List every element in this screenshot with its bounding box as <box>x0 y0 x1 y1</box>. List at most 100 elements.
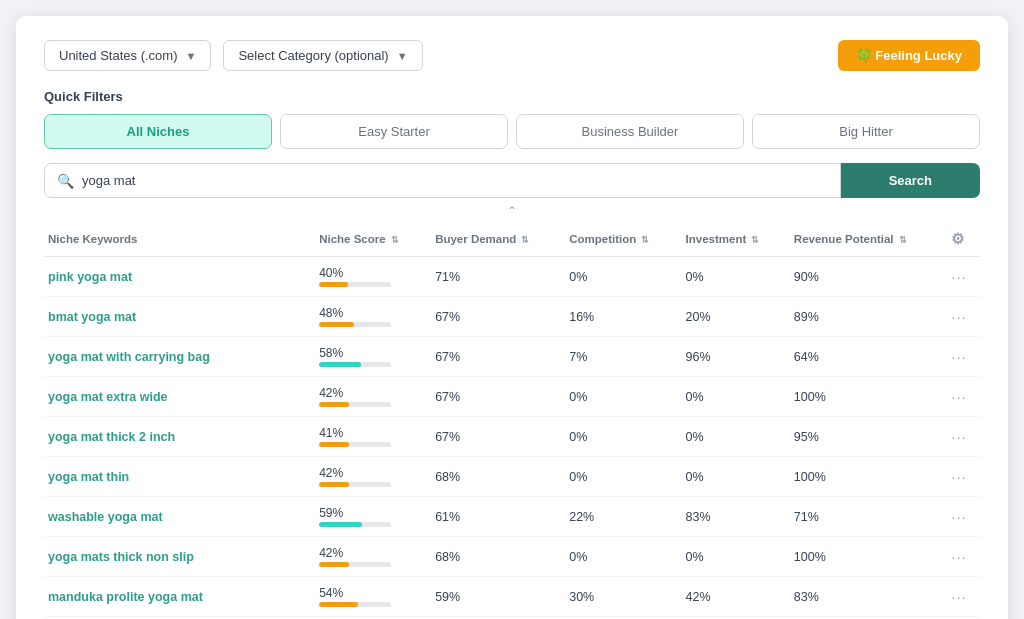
row-actions-button[interactable]: ··· <box>951 428 967 445</box>
gear-icon[interactable]: ⚙ <box>951 230 964 247</box>
niche-score-value: 40% <box>319 266 343 280</box>
feeling-lucky-button[interactable]: 🍀 Feeling Lucky <box>838 40 980 71</box>
keyword-link[interactable]: manduka prolite yoga mat <box>48 590 203 604</box>
investment-cell: 0% <box>680 257 788 297</box>
category-chevron-icon: ▼ <box>397 50 408 62</box>
investment-cell: 0% <box>680 457 788 497</box>
filter-tab-business-builder[interactable]: Business Builder <box>516 114 744 149</box>
revenue-cell: 89% <box>788 297 945 337</box>
col-config: ⚙ <box>945 222 980 257</box>
category-dropdown[interactable]: Select Category (optional) ▼ <box>223 40 422 71</box>
niche-score-cell: 42% <box>313 537 429 577</box>
keyword-link[interactable]: yoga mat extra wide <box>48 390 168 404</box>
niche-score-cell: 42% <box>313 457 429 497</box>
investment-cell: 20% <box>680 297 788 337</box>
niche-score-bar-fill <box>319 402 349 407</box>
row-actions-button[interactable]: ··· <box>951 268 967 285</box>
keyword-link[interactable]: washable yoga mat <box>48 510 163 524</box>
col-competition: Competition ⇅ <box>563 222 679 257</box>
row-actions-button[interactable]: ··· <box>951 388 967 405</box>
revenue-cell: 100% <box>788 537 945 577</box>
niche-score-bar <box>319 562 391 567</box>
row-actions-button[interactable]: ··· <box>951 308 967 325</box>
quick-filters-label: Quick Filters <box>44 89 980 104</box>
niche-score-value: 59% <box>319 506 343 520</box>
keyword-cell: yoga mat thin <box>44 457 313 497</box>
buyer-demand-cell: 67% <box>429 297 563 337</box>
keyword-link[interactable]: pink yoga mat <box>48 270 132 284</box>
sort-revenue-icon[interactable]: ⇅ <box>899 235 907 245</box>
niche-score-bar-fill <box>319 282 348 287</box>
revenue-cell: 83% <box>788 577 945 617</box>
col-buyer-demand: Buyer Demand ⇅ <box>429 222 563 257</box>
keyword-link[interactable]: bmat yoga mat <box>48 310 136 324</box>
niche-score-bar-fill <box>319 522 361 527</box>
competition-cell: 16% <box>563 297 679 337</box>
row-actions-button[interactable]: ··· <box>951 348 967 365</box>
row-actions-button[interactable]: ··· <box>951 588 967 605</box>
investment-cell: 0% <box>680 537 788 577</box>
keyword-cell: washable yoga mat <box>44 497 313 537</box>
niche-score-bar <box>319 282 391 287</box>
keyword-cell: yoga mat with carrying bag <box>44 337 313 377</box>
keyword-link[interactable]: yoga mat thick 2 inch <box>48 430 175 444</box>
search-input[interactable] <box>82 164 828 197</box>
table-row: yoga mat with carrying bag58%67%7%96%64%… <box>44 337 980 377</box>
collapse-icon[interactable]: ⌃ <box>44 204 980 218</box>
niche-score-bar <box>319 442 391 447</box>
keyword-cell: yoga mat extra wide <box>44 377 313 417</box>
region-dropdown[interactable]: United States (.com) ▼ <box>44 40 211 71</box>
niche-score-bar-fill <box>319 482 349 487</box>
table-row: bmat yoga mat 48% 67%16%20%89% ··· <box>44 297 980 337</box>
niche-score-value: 48% <box>319 306 343 320</box>
search-button[interactable]: Search <box>841 163 980 198</box>
competition-cell: 0% <box>563 377 679 417</box>
niche-score-value: 58% <box>319 346 343 360</box>
competition-cell: 30% <box>563 577 679 617</box>
sort-niche-score-icon[interactable]: ⇅ <box>391 235 399 245</box>
sort-buyer-demand-icon[interactable]: ⇅ <box>521 235 529 245</box>
row-actions-button[interactable]: ··· <box>951 508 967 525</box>
revenue-cell: 100% <box>788 457 945 497</box>
revenue-cell: 95% <box>788 417 945 457</box>
niche-score-bar <box>319 362 391 367</box>
filter-tab-big-hitter[interactable]: Big Hitter <box>752 114 980 149</box>
sort-investment-icon[interactable]: ⇅ <box>751 235 759 245</box>
row-actions-cell: ··· <box>945 577 980 617</box>
competition-cell: 0% <box>563 417 679 457</box>
row-actions-cell: ··· <box>945 537 980 577</box>
row-actions-button[interactable]: ··· <box>951 468 967 485</box>
row-actions-cell: ··· <box>945 457 980 497</box>
niche-score-bar <box>319 482 391 487</box>
row-actions-button[interactable]: ··· <box>951 548 967 565</box>
competition-cell: 0% <box>563 457 679 497</box>
keyword-link[interactable]: yoga mat thin <box>48 470 129 484</box>
keyword-link[interactable]: yoga mat with carrying bag <box>48 350 210 364</box>
main-container: United States (.com) ▼ Select Category (… <box>16 16 1008 619</box>
competition-cell: 22% <box>563 497 679 537</box>
revenue-cell: 90% <box>788 257 945 297</box>
row-actions-cell: ··· <box>945 497 980 537</box>
niche-score-bar-fill <box>319 562 349 567</box>
col-revenue: Revenue Potential ⇅ <box>788 222 945 257</box>
search-input-wrap: 🔍 <box>44 163 841 198</box>
header-left: United States (.com) ▼ Select Category (… <box>44 40 423 71</box>
filter-tab-all-niches[interactable]: All Niches <box>44 114 272 149</box>
niche-score-cell: 42% <box>313 377 429 417</box>
table-row: yoga mat extra wide42%67%0%0%100%··· <box>44 377 980 417</box>
search-icon: 🔍 <box>57 173 74 189</box>
filter-tab-easy-starter[interactable]: Easy Starter <box>280 114 508 149</box>
buyer-demand-cell: 68% <box>429 537 563 577</box>
competition-cell: 0% <box>563 257 679 297</box>
niche-score-bar-fill <box>319 442 349 447</box>
niche-score-value: 42% <box>319 546 343 560</box>
sort-competition-icon[interactable]: ⇅ <box>641 235 649 245</box>
keyword-link[interactable]: yoga mats thick non slip <box>48 550 194 564</box>
col-keyword: Niche Keywords <box>44 222 313 257</box>
niche-score-cell: 59% <box>313 497 429 537</box>
investment-cell: 96% <box>680 337 788 377</box>
niche-score-cell: 41% <box>313 417 429 457</box>
category-label: Select Category (optional) <box>238 48 388 63</box>
table-row: pink yoga mat40%71%0%0%90%··· <box>44 257 980 297</box>
investment-cell: 83% <box>680 497 788 537</box>
